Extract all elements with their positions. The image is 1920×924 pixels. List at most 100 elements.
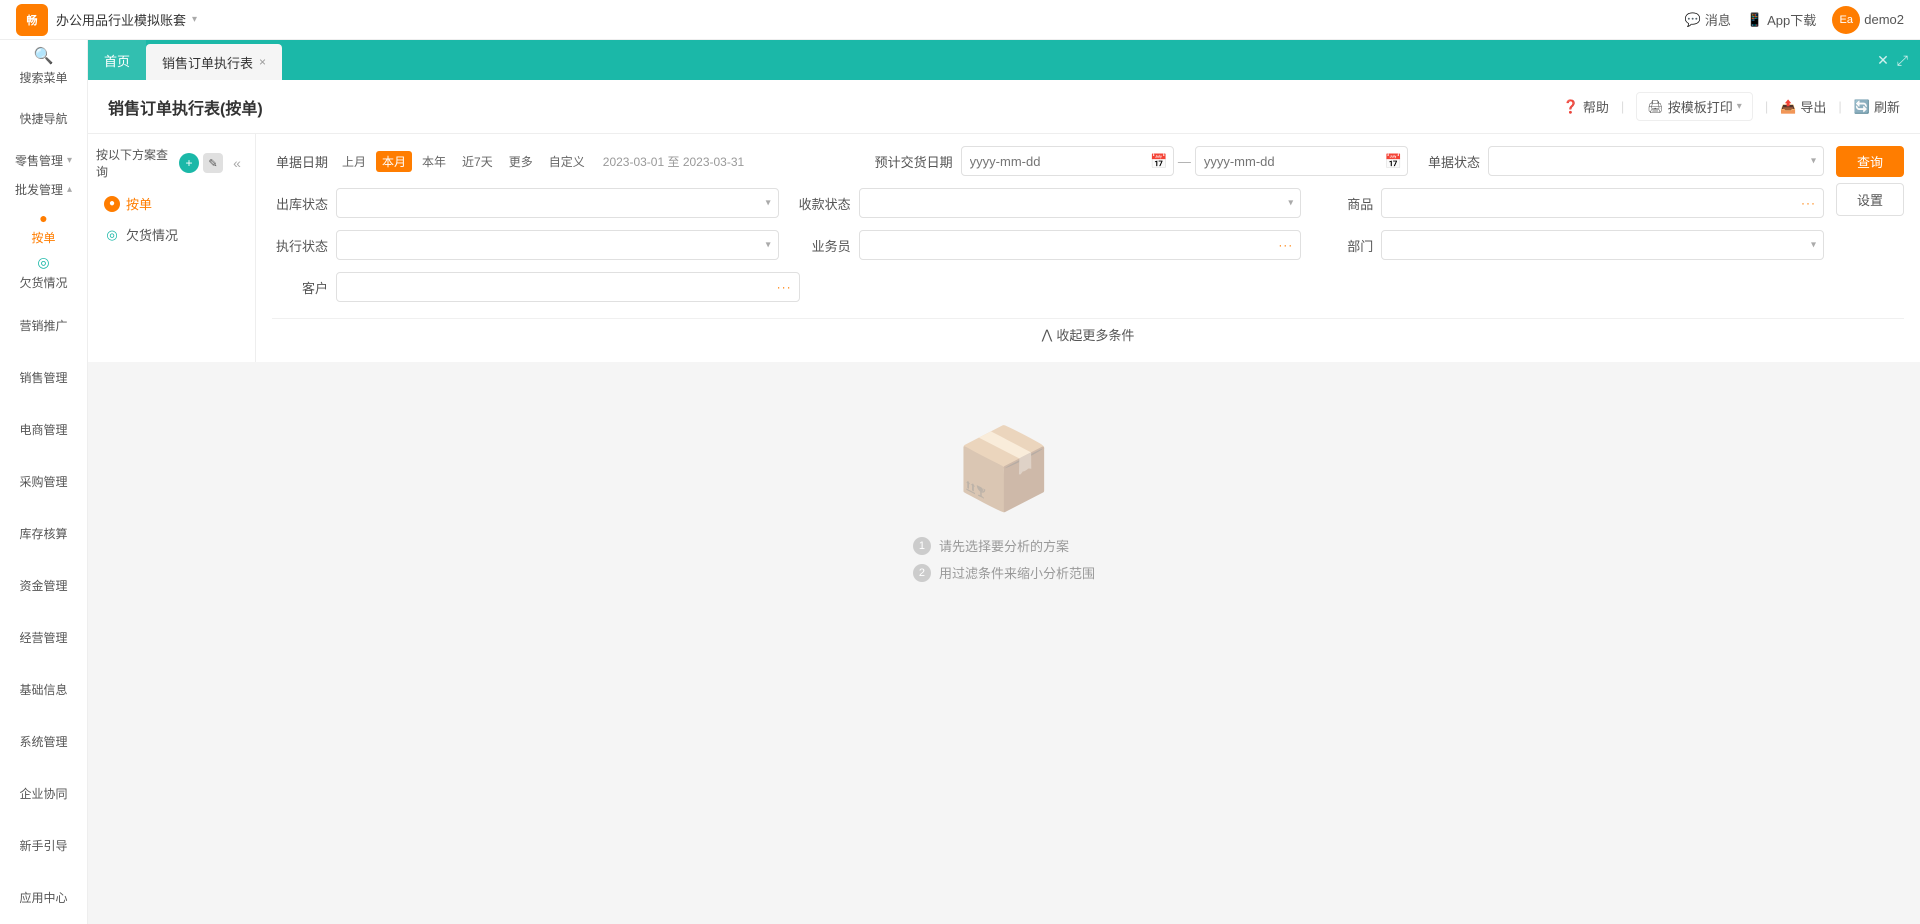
goods-input[interactable]	[1381, 188, 1824, 218]
sidebar-item-wholesale[interactable]: 批发管理 ▴	[0, 173, 87, 202]
filter-item-delivery: 出库状态 ▾	[272, 188, 779, 218]
search-icon: 🔍	[34, 46, 54, 66]
add-plan-button[interactable]: +	[179, 153, 199, 173]
filter-main: 单据日期 上月 本月 本年 近7天 更多 自定义	[256, 134, 1920, 362]
date-tab-thismonth[interactable]: 本月	[376, 151, 412, 172]
sidebar-item-inventory[interactable]: 库存核算	[0, 507, 87, 559]
export-icon: 📤	[1780, 99, 1796, 115]
expected-date-end[interactable]	[1195, 146, 1408, 176]
collapse-button[interactable]: ⋀ 收起更多条件	[272, 318, 1904, 350]
date-tab-more[interactable]: 更多	[503, 151, 539, 172]
user-menu[interactable]: Ea demo2	[1832, 6, 1904, 34]
export-button[interactable]: 📤 导出	[1780, 97, 1826, 116]
app-selector[interactable]: 办公用品行业模拟账套 ▾	[56, 10, 197, 29]
tabbar-right: ✕ ⤢	[1877, 52, 1920, 69]
empty-illustration: 📦	[954, 422, 1054, 516]
date-separator: —	[1178, 154, 1191, 169]
tabbar: 首页 销售订单执行表 × ✕ ⤢	[88, 40, 1920, 80]
salesperson-label: 业务员	[795, 236, 851, 255]
expecteddate-label: 预计交货日期	[875, 152, 953, 171]
sidebar-item-quicknav[interactable]: 快捷导航	[0, 92, 87, 144]
date-tab-lastmonth[interactable]: 上月	[336, 151, 372, 172]
filter-plan-sidebar: 按以下方案查询 + ✎ « ● 按单 ◎	[88, 134, 256, 362]
customer-input[interactable]	[336, 272, 800, 302]
app-download-button[interactable]: 📱 App下载	[1747, 10, 1816, 29]
plan-icon-press-order: ●	[104, 196, 120, 212]
delivery-select[interactable]	[336, 188, 779, 218]
help-button[interactable]: ❓ 帮助	[1563, 97, 1609, 116]
close-window-icon[interactable]: ✕	[1877, 52, 1889, 69]
page-header: 销售订单执行表(按单) ❓ 帮助 | 🖨 按模板打印 ▾ | 📤	[88, 80, 1920, 134]
execstatus-select[interactable]	[336, 230, 779, 260]
sidebar-item-basicinfo[interactable]: 基础信息	[0, 663, 87, 715]
empty-tip-1: 1 请先选择要分析的方案	[913, 536, 1095, 555]
date-tab-custom[interactable]: 自定义	[543, 151, 591, 172]
goods-label: 商品	[1317, 194, 1373, 213]
sidebar-item-newbie[interactable]: 新手引导	[0, 819, 87, 871]
sidebar-item-system[interactable]: 系统管理	[0, 715, 87, 767]
setting-button[interactable]: 设置	[1836, 183, 1904, 216]
plan-item-press-order[interactable]: ● 按单	[96, 188, 247, 219]
sidebar-group-wholesale: 批发管理 ▴	[0, 173, 87, 202]
date-tab-7days[interactable]: 近7天	[456, 151, 499, 172]
sidebar-item-purchase[interactable]: 采购管理	[0, 455, 87, 507]
sidebar-item-marketing[interactable]: 营销推广	[0, 299, 87, 351]
message-button[interactable]: 💬 消息	[1685, 10, 1731, 29]
sidebar: 🔍 搜索菜单 快捷导航 零售管理 ▾ 批发管理 ▴ ● 按单	[0, 40, 88, 924]
filter-sidebar-actions: + ✎ «	[179, 153, 247, 173]
print-icon: 🖨	[1647, 99, 1664, 115]
sidebar-item-retail[interactable]: 零售管理 ▾	[0, 144, 87, 173]
expand-window-icon[interactable]: ⤢	[1897, 52, 1908, 69]
date-tab-thisyear[interactable]: 本年	[416, 151, 452, 172]
sidebar-item-arrears[interactable]: ◎ 欠货情况	[8, 250, 79, 295]
filter-item-salesperson: 业务员 ···	[795, 230, 1302, 260]
sidebar-item-ecommerce[interactable]: 电商管理	[0, 403, 87, 455]
sidebar-item-press-order[interactable]: ● 按单	[8, 206, 79, 250]
page-header-actions: ❓ 帮助 | 🖨 按模板打印 ▾ | 📤 导出 |	[1563, 92, 1900, 121]
dept-label: 部门	[1317, 236, 1373, 255]
query-button[interactable]: 查询	[1836, 146, 1904, 177]
filter-fields: 单据日期 上月 本月 本年 近7天 更多 自定义	[272, 146, 1824, 314]
sidebar-item-enterprise[interactable]: 企业协同	[0, 767, 87, 819]
dept-select[interactable]	[1381, 230, 1824, 260]
date-range-display: 2023-03-01 至 2023-03-31	[603, 153, 744, 170]
filter-item-docdate: 单据日期 上月 本月 本年 近7天 更多 自定义	[272, 151, 859, 172]
sidebar-item-sales[interactable]: 销售管理	[0, 351, 87, 403]
topbar-right: 💬 消息 📱 App下载 Ea demo2	[1685, 6, 1904, 34]
customer-control: ···	[336, 272, 800, 302]
payment-label: 收款状态	[795, 194, 851, 213]
delivery-control: ▾	[336, 188, 779, 218]
edit-plan-button[interactable]: ✎	[203, 153, 223, 173]
payment-select[interactable]	[859, 188, 1302, 218]
sidebar-item-operations[interactable]: 经营管理	[0, 611, 87, 663]
execstatus-control: ▾	[336, 230, 779, 260]
page-title: 销售订单执行表(按单)	[108, 95, 263, 119]
message-icon: 💬	[1685, 12, 1701, 28]
sidebar-item-search[interactable]: 🔍 搜索菜单	[0, 40, 87, 92]
empty-tips: 1 请先选择要分析的方案 2 用过滤条件来缩小分析范围	[913, 536, 1095, 582]
expected-date-start[interactable]	[961, 146, 1174, 176]
arrears-icon: ◎	[37, 254, 49, 271]
filter-item-dept: 部门 ▾	[1317, 230, 1824, 260]
docstatus-control: ▾	[1488, 146, 1824, 176]
filter-item-expecteddate: 预计交货日期 📅 —	[875, 146, 1408, 176]
tab-home[interactable]: 首页	[88, 40, 146, 80]
filter-row-1: 单据日期 上月 本月 本年 近7天 更多 自定义	[272, 146, 1824, 176]
sidebar-item-capital[interactable]: 资金管理	[0, 559, 87, 611]
avatar: Ea	[1832, 6, 1860, 34]
filter-item-customer: 客户 ···	[272, 272, 800, 302]
tab-close-icon[interactable]: ×	[259, 55, 266, 69]
download-icon: 📱	[1747, 12, 1763, 28]
tab-sales-exec[interactable]: 销售订单执行表 ×	[146, 44, 282, 80]
sidebar-sub-wholesale: ● 按单 ◎ 欠货情况	[0, 202, 87, 299]
refresh-button[interactable]: 🔄 刷新	[1854, 97, 1900, 116]
customer-label: 客户	[272, 278, 328, 297]
chevron-up-icon: ▴	[67, 184, 72, 195]
print-button[interactable]: 🖨 按模板打印 ▾	[1636, 92, 1753, 121]
collapse-plan-button[interactable]: «	[227, 153, 247, 173]
docstatus-select[interactable]	[1488, 146, 1824, 176]
sidebar-item-apps[interactable]: 应用中心	[0, 871, 87, 923]
plan-item-arrears[interactable]: ◎ 欠货情况	[96, 219, 247, 250]
salesperson-input[interactable]	[859, 230, 1302, 260]
filter-wrapper: 按以下方案查询 + ✎ « ● 按单 ◎	[88, 134, 1920, 362]
